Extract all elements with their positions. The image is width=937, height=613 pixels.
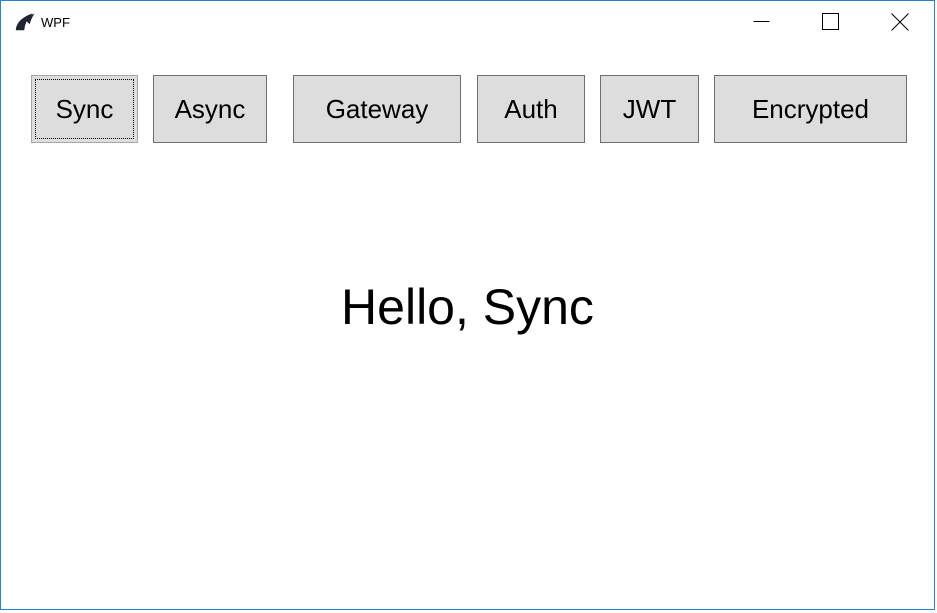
maximize-icon bbox=[822, 13, 839, 33]
gateway-button[interactable]: Gateway bbox=[293, 75, 461, 143]
maximize-button[interactable] bbox=[796, 1, 865, 45]
window-title: WPF bbox=[41, 1, 70, 45]
encrypted-button[interactable]: Encrypted bbox=[714, 75, 907, 143]
async-button[interactable]: Async bbox=[153, 75, 267, 143]
close-icon bbox=[891, 13, 909, 34]
close-button[interactable] bbox=[865, 1, 934, 45]
jwt-button[interactable]: JWT bbox=[600, 75, 699, 143]
minimize-icon bbox=[753, 13, 770, 33]
wpf-logo-icon bbox=[13, 11, 35, 33]
titlebar: WPF bbox=[1, 1, 934, 45]
greeting-text: Hello, Sync bbox=[1, 279, 934, 335]
minimize-button[interactable] bbox=[727, 1, 796, 45]
caption-buttons bbox=[727, 1, 934, 45]
auth-button[interactable]: Auth bbox=[477, 75, 585, 143]
app-window: WPF bbox=[0, 0, 935, 610]
sync-button[interactable]: Sync bbox=[31, 75, 138, 143]
